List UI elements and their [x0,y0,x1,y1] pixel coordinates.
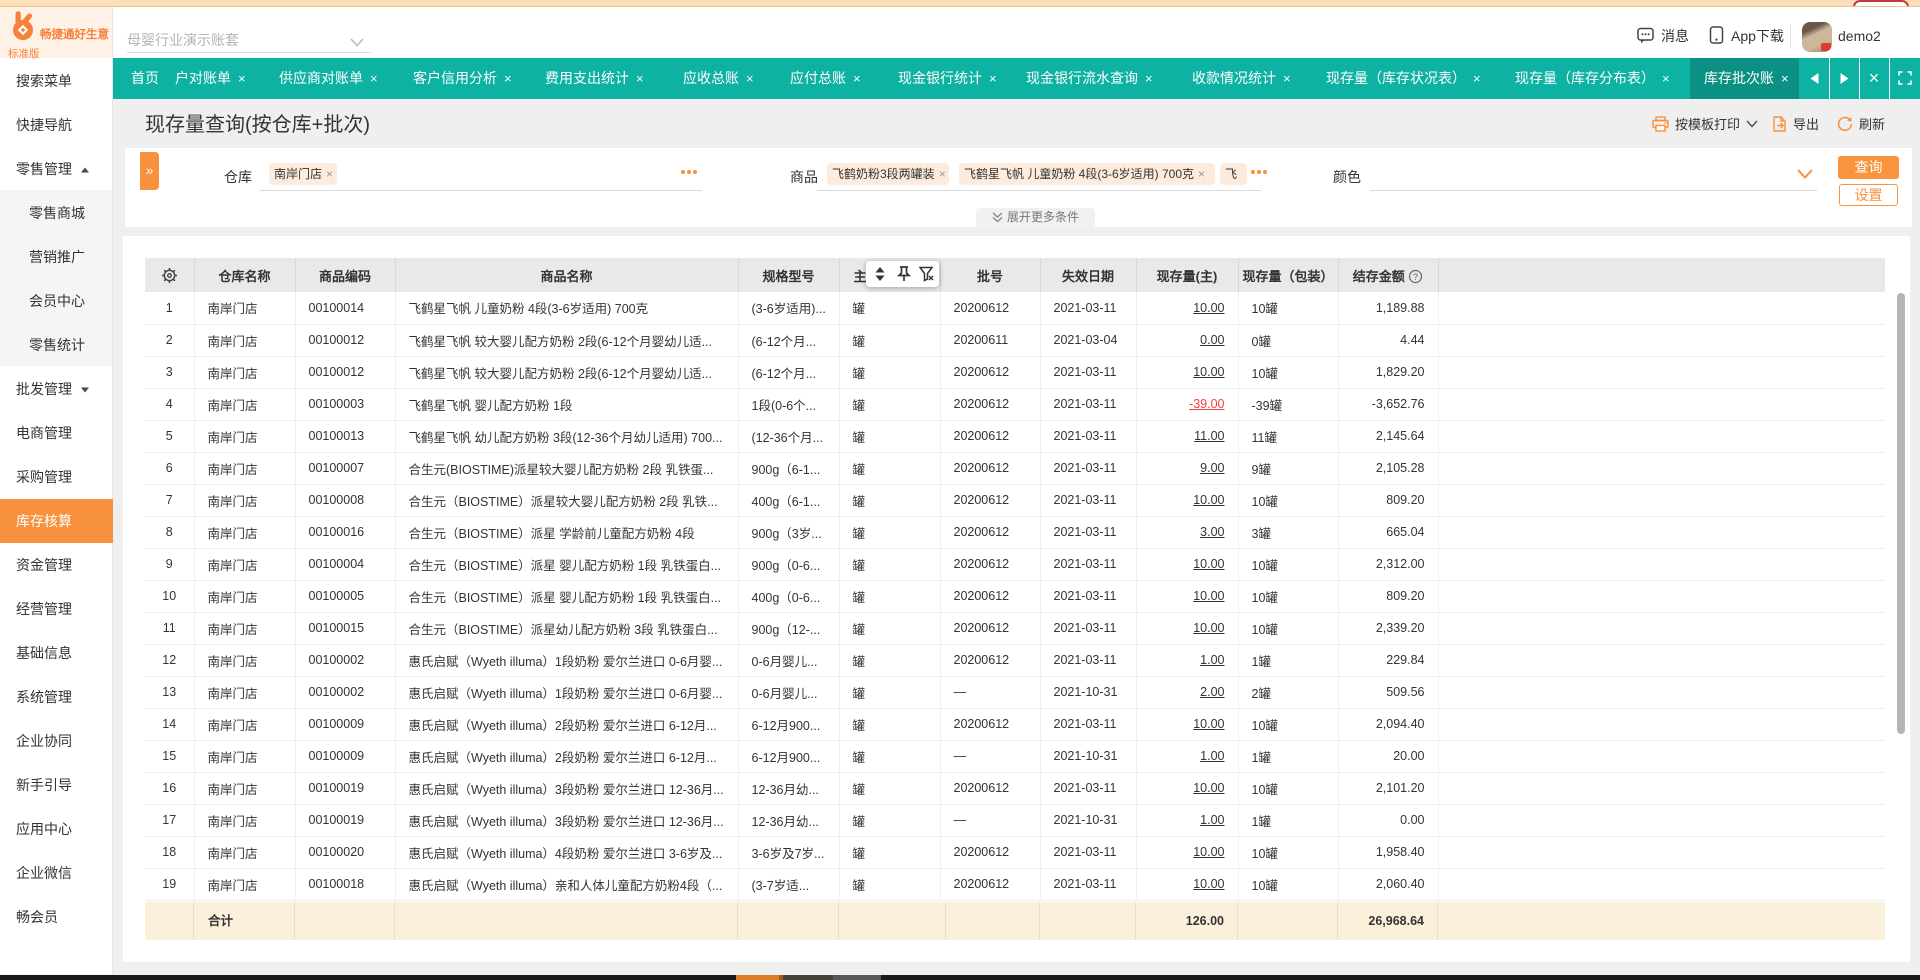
svg-text:?: ? [1413,271,1418,281]
